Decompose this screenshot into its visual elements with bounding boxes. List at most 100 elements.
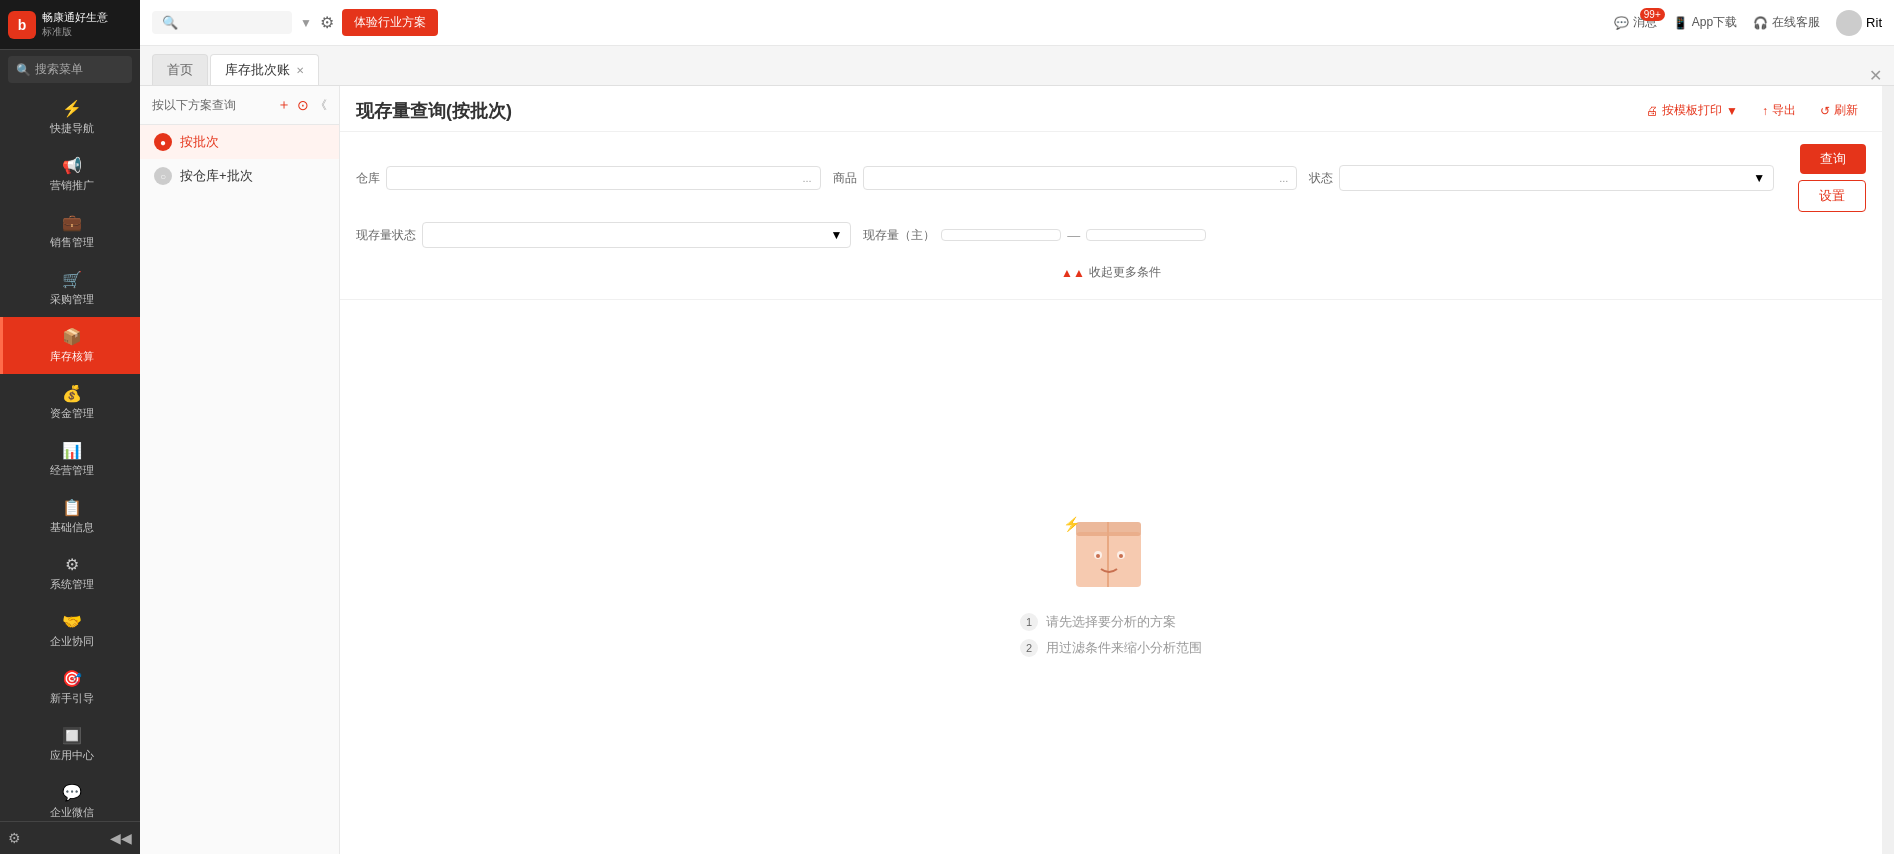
online-service-button[interactable]: 🎧 在线客服 bbox=[1753, 14, 1820, 31]
tab-home[interactable]: 首页 bbox=[152, 54, 208, 85]
sidebar-search[interactable]: 🔍 搜索菜单 bbox=[8, 56, 132, 83]
sidebar-item-basic[interactable]: 📋 基础信息 bbox=[0, 488, 140, 545]
left-panel-header: 按以下方案查询 ＋ ⊙ 《 bbox=[140, 86, 339, 125]
plan-inactive-icon: ○ bbox=[154, 167, 172, 185]
warehouse-filter-group: 仓库 ... bbox=[356, 166, 821, 190]
topbar-search-box[interactable]: 🔍 bbox=[152, 11, 292, 34]
hint-num-1: 1 bbox=[1020, 613, 1038, 631]
user-avatar-area[interactable]: Rit bbox=[1836, 10, 1882, 36]
settings-button[interactable]: 设置 bbox=[1798, 180, 1866, 212]
sidebar-item-guide[interactable]: 🎯 新手引导 bbox=[0, 659, 140, 716]
collapse-left-icon[interactable]: 《 bbox=[315, 97, 327, 114]
export-button[interactable]: ↑ 导出 bbox=[1754, 98, 1804, 123]
svg-point-5 bbox=[1096, 554, 1100, 558]
purchase-icon: 🛒 bbox=[62, 270, 82, 289]
sidebar-item-inventory[interactable]: 📦 库存核算 bbox=[0, 317, 140, 374]
sidebar-item-finance[interactable]: 💰 资金管理 bbox=[0, 374, 140, 431]
refresh-label: 刷新 bbox=[1834, 102, 1858, 119]
topbar-right: 💬 消息 99+ 📱 App下载 🎧 在线客服 Rit bbox=[1614, 10, 1882, 36]
topbar-search-input[interactable] bbox=[182, 16, 282, 30]
status-chevron-icon: ▼ bbox=[1753, 171, 1765, 185]
sidebar-item-label: 基础信息 bbox=[50, 520, 94, 535]
print-label: 按模板打印 bbox=[1662, 102, 1722, 119]
svg-text:⚡: ⚡ bbox=[1063, 516, 1081, 533]
avatar bbox=[1836, 10, 1862, 36]
message-button[interactable]: 💬 消息 99+ bbox=[1614, 14, 1657, 31]
marketing-icon: 📢 bbox=[62, 156, 82, 175]
inventory-status-select[interactable]: ▼ bbox=[422, 222, 851, 248]
tab-close-all-icon[interactable]: ✕ bbox=[1857, 66, 1894, 85]
inventory-status-chevron-icon: ▼ bbox=[830, 228, 842, 242]
filter-row-1: 仓库 ... 商品 ... 状态 bbox=[356, 144, 1866, 212]
refresh-button[interactable]: ↺ 刷新 bbox=[1812, 98, 1866, 123]
plan-by-batch-label: 按批次 bbox=[180, 133, 219, 151]
sidebar-header: b 畅康通好生意 标准版 bbox=[0, 0, 140, 50]
filter-buttons: 查询 设置 bbox=[1786, 144, 1866, 212]
warehouse-more-icon[interactable]: ... bbox=[803, 172, 812, 184]
hint-text-2: 用过滤条件来缩小分析范围 bbox=[1046, 639, 1202, 657]
status-filter-select[interactable]: ▼ bbox=[1339, 165, 1774, 191]
trial-button[interactable]: 体验行业方案 bbox=[342, 9, 438, 36]
basic-icon: 📋 bbox=[62, 498, 82, 517]
sidebar-item-marketing[interactable]: 📢 营销推广 bbox=[0, 146, 140, 203]
empty-hints: 1 请先选择要分析的方案 2 用过滤条件来缩小分析范围 bbox=[1020, 613, 1202, 657]
filter-row-2: 现存量状态 ▼ 现存量（主） — bbox=[356, 222, 1866, 248]
tab-home-label: 首页 bbox=[167, 61, 193, 79]
product-more-icon[interactable]: ... bbox=[1279, 172, 1288, 184]
status-filter-label: 状态 bbox=[1309, 170, 1333, 187]
sidebar-item-operation[interactable]: 📊 经营管理 bbox=[0, 431, 140, 488]
sidebar-item-sales[interactable]: 💼 销售管理 bbox=[0, 203, 140, 260]
online-service-label: 在线客服 bbox=[1772, 14, 1820, 31]
settings-icon[interactable]: ⚙ bbox=[8, 830, 21, 846]
left-panel-icons: ＋ ⊙ 《 bbox=[277, 96, 327, 114]
product-filter-group: 商品 ... bbox=[833, 166, 1298, 190]
query-button[interactable]: 查询 bbox=[1800, 144, 1866, 174]
inventory-amount-from[interactable] bbox=[941, 229, 1061, 241]
topbar-chevron-icon[interactable]: ▼ bbox=[300, 16, 312, 30]
sidebar-item-app-center[interactable]: 🔲 应用中心 bbox=[0, 716, 140, 773]
collapse-up-icon: ▲▲ bbox=[1061, 266, 1085, 280]
sidebar-item-enterprise[interactable]: 🤝 企业协同 bbox=[0, 602, 140, 659]
sidebar-item-label: 资金管理 bbox=[50, 406, 94, 421]
headset-icon: 🎧 bbox=[1753, 16, 1768, 30]
add-plan-icon[interactable]: ＋ bbox=[277, 96, 291, 114]
inventory-amount-to[interactable] bbox=[1086, 229, 1206, 241]
topbar-gear-icon[interactable]: ⚙ bbox=[320, 13, 334, 32]
settings-plan-icon[interactable]: ⊙ bbox=[297, 97, 309, 113]
app-download-label: App下载 bbox=[1692, 14, 1737, 31]
collapse-sidebar-icon[interactable]: ◀◀ bbox=[110, 830, 132, 846]
print-chevron-icon: ▼ bbox=[1726, 104, 1738, 118]
right-panel: 现存量查询(按批次) 🖨 按模板打印 ▼ ↑ 导出 ↺ 刷新 bbox=[340, 86, 1882, 854]
message-badge: 99+ bbox=[1640, 8, 1665, 21]
scrollbar[interactable] bbox=[1882, 86, 1894, 854]
print-button[interactable]: 🖨 按模板打印 ▼ bbox=[1638, 98, 1746, 123]
sidebar-search-label: 搜索菜单 bbox=[35, 61, 83, 78]
product-filter-input[interactable]: ... bbox=[863, 166, 1298, 190]
tab-inventory-batch[interactable]: 库存批次账 ✕ bbox=[210, 54, 319, 85]
sidebar-item-weixin[interactable]: 💬 企业微信 bbox=[0, 773, 140, 821]
empty-illustration-svg: ⚡ bbox=[1051, 497, 1171, 597]
content-area: 按以下方案查询 ＋ ⊙ 《 ● 按批次 ○ 按仓库+批次 现存量查询(按批次) bbox=[140, 86, 1894, 854]
sidebar-footer: ⚙ ◀◀ bbox=[0, 821, 140, 854]
warehouse-filter-input[interactable]: ... bbox=[386, 166, 821, 190]
system-icon: ⚙ bbox=[65, 555, 79, 574]
sidebar-item-label: 新手引导 bbox=[50, 691, 94, 706]
plan-item-by-batch[interactable]: ● 按批次 bbox=[140, 125, 339, 159]
sidebar-item-purchase[interactable]: 🛒 采购管理 bbox=[0, 260, 140, 317]
plan-by-warehouse-batch-label: 按仓库+批次 bbox=[180, 167, 253, 185]
topbar-left: 🔍 ▼ ⚙ 体验行业方案 bbox=[152, 9, 1606, 36]
app-download-button[interactable]: 📱 App下载 bbox=[1673, 14, 1737, 31]
sidebar-item-system[interactable]: ⚙ 系统管理 bbox=[0, 545, 140, 602]
sidebar-item-label: 企业微信 bbox=[50, 805, 94, 820]
sidebar-item-label: 采购管理 bbox=[50, 292, 94, 307]
left-panel: 按以下方案查询 ＋ ⊙ 《 ● 按批次 ○ 按仓库+批次 bbox=[140, 86, 340, 854]
sidebar-item-quick-nav[interactable]: ⚡ 快捷导航 bbox=[0, 89, 140, 146]
collapse-more-button[interactable]: ▲▲ 收起更多条件 bbox=[356, 258, 1866, 287]
plan-item-by-warehouse-batch[interactable]: ○ 按仓库+批次 bbox=[140, 159, 339, 193]
enterprise-icon: 🤝 bbox=[62, 612, 82, 631]
app-logo: b bbox=[8, 11, 36, 39]
tabs-bar: 首页 库存批次账 ✕ ✕ bbox=[140, 46, 1894, 86]
plan-active-icon: ● bbox=[154, 133, 172, 151]
tab-close-icon[interactable]: ✕ bbox=[296, 65, 304, 76]
collapse-more-label: 收起更多条件 bbox=[1089, 264, 1161, 281]
